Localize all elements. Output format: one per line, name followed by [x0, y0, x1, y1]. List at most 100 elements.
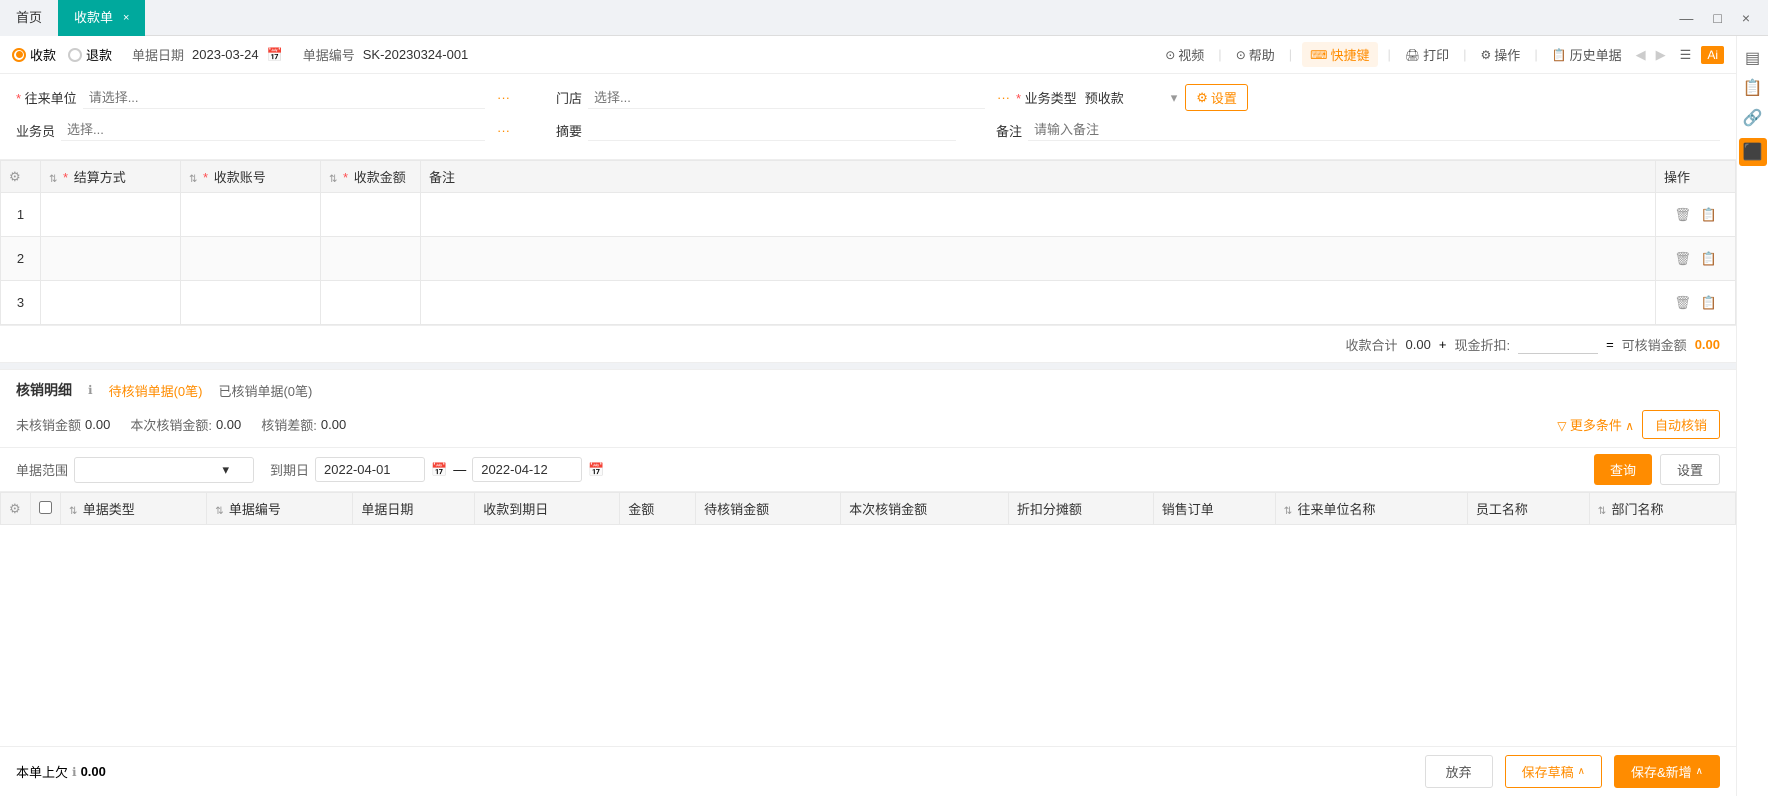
discard-button[interactable]: 放弃 [1425, 755, 1493, 788]
save-new-button[interactable]: 保存&新增 ∧ [1614, 755, 1720, 788]
close-button[interactable]: × [1736, 8, 1756, 28]
business-type-field: 业务类型 预收款 ▾ ⚙ 设置 [1016, 84, 1720, 111]
footer-info-icon[interactable]: ℹ [72, 765, 77, 779]
row-2-notes[interactable] [421, 237, 1656, 281]
discount-input[interactable] [1518, 334, 1598, 354]
info-icon[interactable]: ℹ [88, 383, 93, 397]
save-new-arrow: ∧ [1696, 766, 1703, 777]
maximize-button[interactable]: □ [1707, 8, 1727, 28]
bth-checkbox [31, 493, 61, 525]
doc-date-label: 单据日期 [132, 45, 184, 64]
business-type-chevron[interactable]: ▾ [1171, 90, 1178, 106]
notes-label: 备注 [996, 121, 1022, 140]
bottom-table-gear-icon[interactable]: ⚙ [9, 501, 21, 516]
history-button[interactable]: 📋 历史单据 [1548, 43, 1626, 66]
radio-refund[interactable]: 退款 [68, 45, 112, 64]
date-from-input[interactable] [315, 457, 425, 482]
minimize-button[interactable]: — [1673, 8, 1699, 28]
sidebar-icon-4[interactable]: ⬛ [1739, 138, 1767, 166]
row-2-amount[interactable] [321, 237, 421, 281]
query-button[interactable]: 查询 [1594, 454, 1652, 485]
notes-field: 备注 [996, 119, 1720, 141]
row-3-account[interactable] [181, 281, 321, 325]
print-button[interactable]: 🖨 打印 [1401, 43, 1453, 66]
tab-active[interactable]: 收款单 × [58, 0, 145, 36]
table-row: 1 🗑 📋 [1, 193, 1736, 237]
summary-input[interactable] [588, 119, 956, 141]
writeoff-filter: ▽ 更多条件 ∧ 自动核销 [1557, 410, 1720, 439]
pending-tab[interactable]: 待核销单据(0笔) [109, 381, 203, 400]
bth-due-date: 收款到期日 [475, 493, 620, 525]
bottom-table-wrapper: ⚙ ⇅ 单据类型 ⇅ [0, 492, 1736, 746]
row-1-settle[interactable] [41, 193, 181, 237]
notes-input[interactable] [1028, 119, 1720, 141]
row-1-copy-icon[interactable]: 📋 [1700, 207, 1716, 222]
date-from-calendar-icon[interactable]: 📅 [431, 462, 447, 478]
bth-type: ⇅ 单据类型 [61, 493, 207, 525]
row-1-amount[interactable] [321, 193, 421, 237]
more-conditions-btn[interactable]: ▽ 更多条件 ∧ [1557, 415, 1634, 434]
row-2-copy-icon[interactable]: 📋 [1700, 251, 1716, 266]
th-settle: ⇅ * 结算方式 [41, 161, 181, 193]
available-label: 可核销金额 [1622, 335, 1687, 354]
row-2-index: 2 [1, 237, 41, 281]
filter-actions: 查询 设置 [1594, 454, 1720, 485]
auto-writeoff-button[interactable]: 自动核销 [1642, 410, 1720, 439]
row-2-settle[interactable] [41, 237, 181, 281]
discount-label: 现金折扣: [1454, 335, 1510, 354]
radio-receive[interactable]: 收款 [12, 45, 56, 64]
done-tab[interactable]: 已核销单据(0笔) [218, 381, 312, 400]
date-to-input[interactable] [472, 457, 582, 482]
select-all-checkbox[interactable] [39, 501, 52, 514]
current-stat: 本次核销金额: 0.00 [130, 415, 241, 434]
counterpart-input[interactable] [83, 87, 485, 109]
sidebar-icon-2[interactable]: 📋 [1739, 74, 1767, 102]
row-3-delete-icon[interactable]: 🗑 [1674, 295, 1691, 310]
sidebar-icon-3[interactable]: 🔗 [1739, 104, 1767, 132]
tab-active-label: 收款单 [74, 0, 113, 36]
store-input[interactable] [588, 87, 985, 109]
radio-refund-dot [68, 48, 82, 62]
row-2-delete-icon[interactable]: 🗑 [1674, 251, 1691, 266]
settings-button[interactable]: ⚙ 设置 [1185, 84, 1248, 111]
calendar-icon[interactable]: 📅 [267, 47, 283, 63]
row-3-settle[interactable] [41, 281, 181, 325]
row-2-account[interactable] [181, 237, 321, 281]
th-ops: 操作 [1656, 161, 1736, 193]
row-3-notes[interactable] [421, 281, 1656, 325]
row-3-amount[interactable] [321, 281, 421, 325]
row-1-account[interactable] [181, 193, 321, 237]
store-more-icon[interactable]: ··· [991, 90, 1016, 105]
filter-settings-button[interactable]: 设置 [1660, 454, 1720, 485]
operation-button[interactable]: ⚙ 操作 [1477, 43, 1525, 66]
business-type-label: 业务类型 [1016, 88, 1077, 107]
th-settings: ⚙ [1, 161, 41, 193]
save-draft-button[interactable]: 保存草稿 ∧ [1505, 755, 1602, 788]
unverified-label: 未核销金额 [16, 415, 81, 434]
row-1-delete-icon[interactable]: 🗑 [1674, 207, 1691, 222]
salesman-more-icon[interactable]: ··· [491, 123, 516, 138]
filter-row: 单据范围 ▾ 到期日 📅 — 📅 [0, 447, 1736, 492]
tab-home[interactable]: 首页 [0, 0, 58, 36]
salesman-input[interactable] [61, 119, 485, 141]
video-button[interactable]: ⊙ 视频 [1161, 43, 1208, 66]
sidebar-icon-1[interactable]: ▤ [1739, 44, 1767, 72]
row-1-ops: 🗑 📋 [1656, 193, 1736, 237]
range-select[interactable]: ▾ [74, 457, 254, 483]
help-button[interactable]: ⊙ 帮助 [1232, 43, 1279, 66]
date-range-dash: — [453, 462, 466, 477]
bth-no: ⇅ 单据编号 [207, 493, 353, 525]
row-1-notes[interactable] [421, 193, 1656, 237]
footer-info: 本单上欠 ℹ 0.00 [16, 762, 106, 781]
shortcut-button[interactable]: ⌨ 快捷键 [1302, 42, 1377, 67]
date-to-calendar-icon[interactable]: 📅 [588, 462, 604, 478]
total-value: 0.00 [1406, 337, 1431, 352]
bth-pending: 待核销金额 [696, 493, 841, 525]
bth-discount: 折扣分摊额 [1008, 493, 1153, 525]
counterpart-more-icon[interactable]: ··· [491, 90, 516, 105]
table-gear-icon[interactable]: ⚙ [9, 169, 21, 184]
tab-close-icon[interactable]: × [123, 0, 129, 36]
window-controls: — □ × [1673, 8, 1768, 28]
row-3-copy-icon[interactable]: 📋 [1700, 295, 1716, 310]
th-amount: ⇅ * 收款金额 [321, 161, 421, 193]
